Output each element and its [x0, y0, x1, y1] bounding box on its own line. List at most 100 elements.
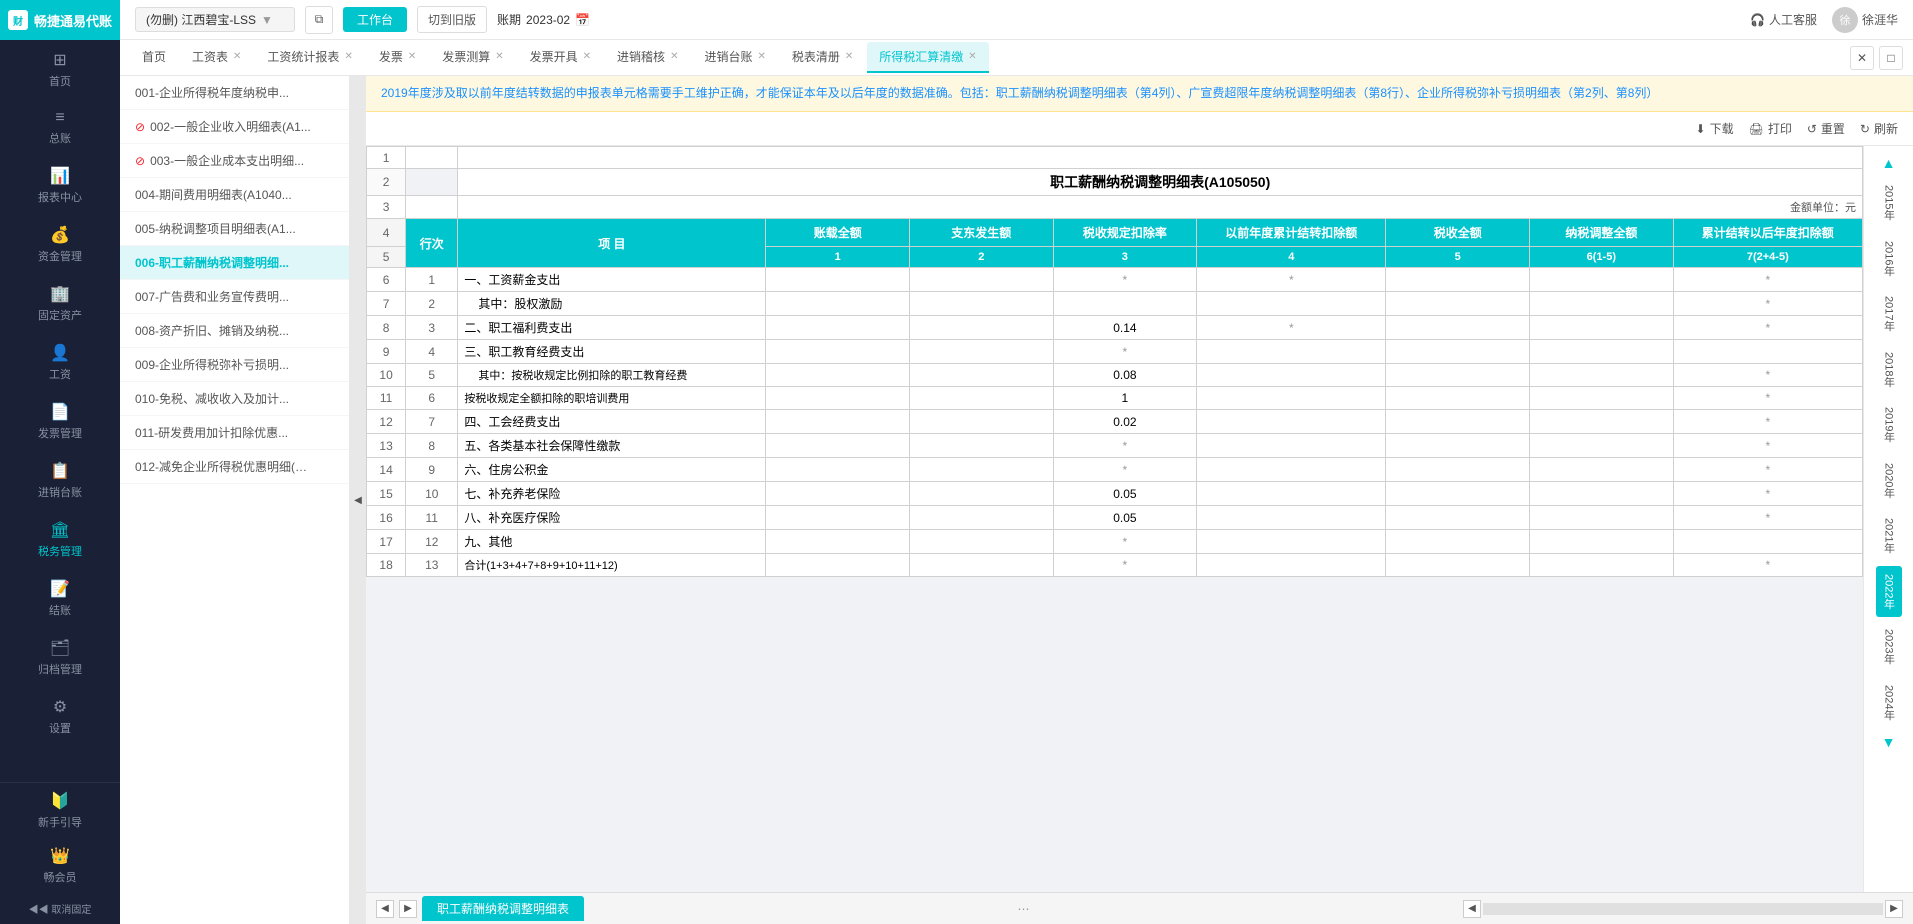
year-2019[interactable]: 2019年 — [1876, 399, 1902, 450]
sidebar-item-closing[interactable]: 📝 结账 — [0, 569, 120, 628]
sidebar-item-finance[interactable]: 💰 资金管理 — [0, 215, 120, 274]
old-version-button[interactable]: 切到旧版 — [417, 6, 487, 33]
tab-home[interactable]: 首页 — [130, 42, 178, 73]
sidebar-item-home[interactable]: ⊞ 首页 — [0, 40, 120, 99]
support-button[interactable]: 🎧 人工客服 — [1750, 11, 1817, 28]
col-header-h: 纳税调整全额 — [1530, 219, 1674, 247]
sidebar-item-assets[interactable]: 🏢 固定资产 — [0, 274, 120, 333]
tab-tax-list-close[interactable]: ✕ — [845, 51, 853, 62]
year-2015[interactable]: 2015年 — [1876, 177, 1902, 228]
tab-audit[interactable]: 进销稽核 ✕ — [605, 42, 690, 73]
form-item-011[interactable]: 011-研发费用加计扣除优惠... — [120, 416, 349, 450]
form-item-008[interactable]: 008-资产折旧、摊销及纳税... — [120, 314, 349, 348]
form-item-005[interactable]: 005-纳税调整项目明细表(A1... — [120, 212, 349, 246]
member-icon: 👑 — [50, 846, 70, 866]
sidebar-item-report[interactable]: 📊 报表中心 — [0, 156, 120, 215]
form-item-007-label: 007-广告费和业务宣传费明... — [135, 288, 289, 305]
print-button[interactable]: 🖨 打印 — [1749, 120, 1792, 137]
year-2020[interactable]: 2020年 — [1876, 455, 1902, 506]
table-row: 12 7 四、工会经费支出 0.02 * — [367, 410, 1863, 434]
col-num-4: 4 — [1197, 247, 1386, 268]
close-all-button[interactable]: ✕ — [1850, 46, 1874, 70]
company-selector[interactable]: (勿删) 江西碧宝-LSS ▼ — [135, 7, 295, 32]
year-2018[interactable]: 2018年 — [1876, 344, 1902, 395]
year-2016[interactable]: 2016年 — [1876, 233, 1902, 284]
tab-salary-report-close[interactable]: ✕ — [344, 51, 352, 62]
form-item-001[interactable]: 001-企业所得税年度纳税申... — [120, 76, 349, 110]
reset-button[interactable]: ↺ 重置 — [1807, 120, 1845, 137]
year-2023[interactable]: 2023年 — [1876, 621, 1902, 672]
tab-tax-annual[interactable]: 所得税汇算清缴 ✕ — [867, 42, 988, 73]
year-nav-up[interactable]: ▲ — [1878, 151, 1900, 175]
reset-icon: ↺ — [1807, 122, 1817, 136]
scroll-left-button[interactable]: ◀ — [376, 900, 394, 918]
user-profile[interactable]: 徐 徐涯华 — [1832, 7, 1898, 33]
form-item-004[interactable]: 004-期间费用明细表(A1040... — [120, 178, 349, 212]
workbench-button[interactable]: 工作台 — [343, 7, 407, 32]
sidebar-item-tax[interactable]: 🏛 税务管理 — [0, 510, 120, 569]
bottom-tab-active[interactable]: 职工薪酬纳税调整明细表 — [422, 896, 584, 921]
sidebar-item-invoice[interactable]: 📄 发票管理 — [0, 392, 120, 451]
collapse-button[interactable]: ◀ — [350, 76, 366, 924]
tab-salary-report[interactable]: 工资统计报表 ✕ — [255, 42, 364, 73]
sidebar-item-purchase-sales[interactable]: 📋 进销台账 — [0, 451, 120, 510]
year-2024[interactable]: 2024年 — [1876, 677, 1902, 728]
year-nav-down[interactable]: ▼ — [1878, 730, 1900, 754]
tab-salary[interactable]: 工资表 ✕ — [180, 42, 253, 73]
scroll-right-button[interactable]: ▶ — [399, 900, 417, 918]
form-item-010[interactable]: 010-免税、减收收入及加计... — [120, 382, 349, 416]
warning-text: 2019年度涉及取以前年度结转数据的申报表单元格需要手工维护正确，才能保证本年及… — [381, 86, 1658, 100]
copy-icon[interactable]: ⧉ — [305, 6, 333, 34]
unpin-button[interactable]: ◀◀ 取消固定 — [0, 893, 120, 924]
year-2021[interactable]: 2021年 — [1876, 510, 1902, 561]
tab-tax-annual-close[interactable]: ✕ — [968, 51, 976, 62]
sidebar-item-settings[interactable]: ⚙ 设置 — [0, 687, 120, 746]
tabbar-actions: ✕ □ — [1850, 46, 1903, 70]
form-item-012[interactable]: 012-减免企业所得税优惠明细(… — [120, 450, 349, 484]
refresh-button[interactable]: ↻ 刷新 — [1860, 120, 1898, 137]
tab-invoice[interactable]: 发票 ✕ — [367, 42, 428, 73]
h-scroll-right[interactable]: ▶ — [1885, 900, 1903, 918]
tab-salary-close[interactable]: ✕ — [233, 51, 241, 62]
form-item-009[interactable]: 009-企业所得税弥补亏损明... — [120, 348, 349, 382]
sidebar-item-archive[interactable]: 🗂 归档管理 — [0, 628, 120, 687]
year-2017[interactable]: 2017年 — [1876, 288, 1902, 339]
report-icon: 📊 — [50, 166, 70, 186]
h-scrollbar[interactable] — [1483, 903, 1883, 915]
more-icon[interactable]: ⋯ — [1018, 902, 1030, 916]
support-label: 人工客服 — [1769, 11, 1817, 28]
calendar-icon[interactable]: 📅 — [575, 13, 590, 27]
tab-ledger-close[interactable]: ✕ — [757, 51, 765, 62]
sidebar-label-member: 畅会员 — [44, 869, 77, 885]
tab-invoice-close[interactable]: ✕ — [408, 51, 416, 62]
col-num-5: 5 — [1386, 247, 1530, 268]
form-item-007[interactable]: 007-广告费和业务宣传费明... — [120, 280, 349, 314]
restore-button[interactable]: □ — [1879, 46, 1903, 70]
download-button[interactable]: ⬇ 下载 — [1696, 120, 1734, 137]
period-display: 账期 2023-02 📅 — [497, 11, 590, 28]
table-row: 18 13 合计(1+3+4+7+8+9+10+11+12) * * — [367, 554, 1863, 577]
tab-invoice-issue-close[interactable]: ✕ — [583, 51, 591, 62]
form-item-003[interactable]: ⊘ 003-一般企业成本支出明细... — [120, 144, 349, 178]
sidebar-item-salary[interactable]: 👤 工资 — [0, 333, 120, 392]
sidebar-item-member[interactable]: 👑 畅会员 — [0, 838, 120, 893]
tab-invoice-issue[interactable]: 发票开具 ✕ — [518, 42, 603, 73]
year-2022[interactable]: 2022年 — [1876, 566, 1902, 617]
tab-ledger[interactable]: 进销台账 ✕ — [692, 42, 777, 73]
archive-icon: 🗂 — [50, 638, 70, 658]
form-item-002[interactable]: ⊘ 002-一般企业收入明细表(A1... — [120, 110, 349, 144]
tax-icon: 🏛 — [50, 520, 70, 540]
tab-tax-list[interactable]: 税表清册 ✕ — [780, 42, 865, 73]
tab-invoice-calc-close[interactable]: ✕ — [495, 51, 503, 62]
settings-icon: ⚙ — [53, 697, 67, 717]
sidebar-item-ledger[interactable]: ≡ 总账 — [0, 99, 120, 156]
home-icon: ⊞ — [53, 50, 66, 70]
tab-invoice-calc[interactable]: 发票测算 ✕ — [430, 42, 515, 73]
h-scroll-left[interactable]: ◀ — [1463, 900, 1481, 918]
header-right: 🎧 人工客服 徐 徐涯华 — [1750, 7, 1898, 33]
sidebar-item-guide[interactable]: 🔰 新手引导 — [0, 783, 120, 838]
tab-audit-close[interactable]: ✕ — [670, 51, 678, 62]
col-header-d: 支东发生额 — [910, 219, 1054, 247]
form-item-006[interactable]: 006-职工薪酬纳税调整明细... — [120, 246, 349, 280]
chevron-down-icon: ▼ — [261, 13, 273, 27]
